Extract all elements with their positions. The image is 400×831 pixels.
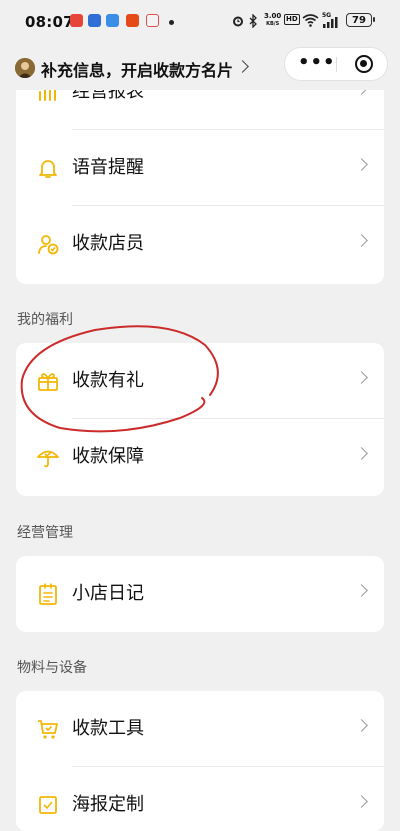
chevron-right-icon [355,158,368,171]
staff-icon [38,235,59,255]
signal-strength-icon [323,17,338,28]
browser-app-icon [106,14,119,27]
chevron-right-icon [355,795,368,808]
menu-item-label: 小店日记 [72,583,144,604]
status-time: 08:07 [25,13,74,31]
section-title-welfare: 我的福利 [17,312,73,328]
cart-icon [38,720,58,739]
section-title-materials: 物料与设备 [17,660,87,676]
menu-item-label: 收款工具 [72,718,144,739]
management-card: 小店日记 [16,556,384,632]
notification-dot-icon [169,20,174,25]
alipay-app-icon [88,14,101,27]
hd-badge: HD [284,14,300,25]
bluetooth-icon [249,14,257,28]
menu-item-label: 收款店员 [72,233,144,254]
taobao-app-icon [126,14,139,27]
navigation-bar: 补充信息，开启收款方名片 ••• [0,44,400,90]
materials-card: 收款工具 海报定制 [16,691,384,831]
menu-item-voice-reminder[interactable]: 语音提醒 [16,130,384,206]
battery-indicator: 79 [346,13,375,27]
chevron-right-icon [355,584,368,597]
menu-item-payment-gift[interactable]: 收款有礼 [16,343,384,419]
menu-item-label: 语音提醒 [72,157,144,178]
menu-item-poster-custom[interactable]: 海报定制 [16,767,384,831]
section-title-management: 经营管理 [17,525,73,541]
wifi-icon [302,14,319,27]
alarm-icon [233,16,243,27]
merchant-avatar[interactable] [15,58,35,78]
status-bar: 08:07 3.00 KB/S HD 5G 79 [0,0,400,44]
mini-program-capsule: ••• [284,47,388,81]
welfare-card: 收款有礼 收款保障 [16,343,384,496]
music-app-icon [70,14,83,27]
chevron-right-icon [355,234,368,247]
business-card-prompt[interactable]: 补充信息，开启收款方名片 [41,57,233,81]
more-options-button[interactable]: ••• [298,53,335,75]
menu-item-label: 收款保障 [72,446,144,467]
chevron-right-icon [236,60,249,73]
game-app-icon [146,14,159,27]
menu-item-payment-tools[interactable]: 收款工具 [16,691,384,767]
menu-item-cashier-staff[interactable]: 收款店员 [16,206,384,282]
chevron-right-icon [355,447,368,460]
chevron-right-icon [355,371,368,384]
close-mini-program-button[interactable] [355,55,373,73]
menu-item-label: 海报定制 [72,794,144,815]
umbrella-icon [37,450,59,468]
menu-item-label: 收款有礼 [72,370,144,391]
menu-item-shop-diary[interactable]: 小店日记 [16,556,384,632]
capsule-divider [336,57,337,72]
chevron-right-icon [355,719,368,732]
poster-icon [39,796,57,814]
bell-icon [39,160,57,178]
menu-item-payment-protection[interactable]: 收款保障 [16,419,384,495]
gift-icon [38,373,58,391]
network-speed: 3.00 KB/S [264,12,282,27]
diary-icon [39,583,57,605]
